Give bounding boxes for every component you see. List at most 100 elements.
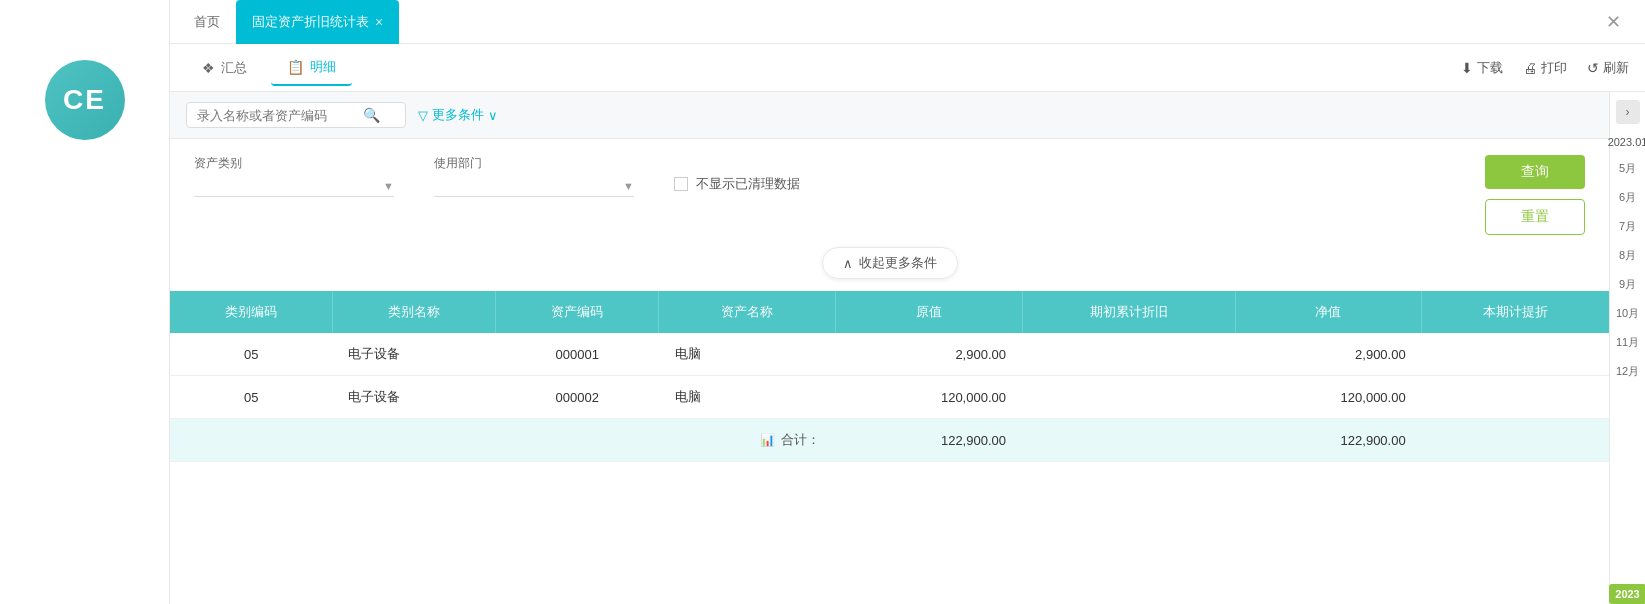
month-6[interactable]: 6月 <box>1613 185 1643 210</box>
nav-home[interactable]: 首页 <box>186 9 228 35</box>
more-filter-button[interactable]: ▽ 更多条件 ∨ <box>418 106 498 124</box>
search-input[interactable] <box>197 108 357 123</box>
refresh-icon: ↺ <box>1587 60 1599 76</box>
col-current-dep: 本期计提折 <box>1422 291 1609 333</box>
cell-asset-name: 电脑 <box>659 333 836 376</box>
col-cat-code: 类别编码 <box>170 291 332 333</box>
asset-type-arrow-icon: ▼ <box>383 180 394 192</box>
table-row: 05 电子设备 000001 电脑 2,900.00 2,900.00 <box>170 333 1609 376</box>
cell-cat-name: 电子设备 <box>332 333 495 376</box>
cell-accum-dep <box>1022 333 1235 376</box>
collapse-bar: ∧ 收起更多条件 <box>170 235 1609 291</box>
asset-type-filter: 资产类别 ▼ <box>194 155 394 197</box>
advanced-filters: 资产类别 ▼ 使用部门 ▼ 不显示已清理数据 <box>170 139 1609 235</box>
tab-detail[interactable]: 📋 明细 <box>271 50 352 86</box>
current-date-label: 2023.01 <box>1608 136 1645 148</box>
year-label[interactable]: 2023 <box>1609 584 1645 604</box>
cell-asset-code: 000002 <box>496 376 659 419</box>
print-button[interactable]: 🖨 打印 <box>1523 59 1567 77</box>
filter-actions: 查询 重置 <box>1485 155 1585 235</box>
month-10[interactable]: 10月 <box>1613 301 1643 326</box>
month-7[interactable]: 7月 <box>1613 214 1643 239</box>
search-input-wrap[interactable]: 🔍 <box>186 102 406 128</box>
chevron-down-icon: ∨ <box>488 108 498 123</box>
table-header-row: 类别编码 类别名称 资产编码 资产名称 原值 期初累计折旧 净值 本期计提折 <box>170 291 1609 333</box>
hide-cleared-group: 不显示已清理数据 <box>674 155 800 193</box>
download-icon: ⬇ <box>1461 60 1473 76</box>
summary-icon: ❖ <box>202 60 215 76</box>
download-button[interactable]: ⬇ 下载 <box>1461 59 1503 77</box>
cell-cat-code: 05 <box>170 333 332 376</box>
cell-cat-code: 05 <box>170 376 332 419</box>
total-accum-dep <box>1022 419 1235 462</box>
total-original-value: 122,900.00 <box>836 419 1022 462</box>
print-label: 打印 <box>1541 59 1567 77</box>
col-accum-dep: 期初累计折旧 <box>1022 291 1235 333</box>
cell-current-dep <box>1422 333 1609 376</box>
tab-summary-label: 汇总 <box>221 59 247 77</box>
close-tab-button[interactable]: × <box>375 14 383 30</box>
cell-original-value: 120,000.00 <box>836 376 1022 419</box>
col-asset-code: 资产编码 <box>496 291 659 333</box>
total-text: 合计： <box>781 431 820 449</box>
search-icon: 🔍 <box>363 107 380 123</box>
table-row: 05 电子设备 000002 电脑 120,000.00 120,000.00 <box>170 376 1609 419</box>
month-12[interactable]: 12月 <box>1613 359 1643 384</box>
asset-type-select[interactable]: ▼ <box>194 176 394 197</box>
logo-icon: CE <box>45 60 125 140</box>
col-cat-name: 类别名称 <box>332 291 495 333</box>
cell-asset-code: 000001 <box>496 333 659 376</box>
download-label: 下载 <box>1477 59 1503 77</box>
query-button[interactable]: 查询 <box>1485 155 1585 189</box>
month-9[interactable]: 9月 <box>1613 272 1643 297</box>
cell-net-value: 120,000.00 <box>1235 376 1421 419</box>
col-net-value: 净值 <box>1235 291 1421 333</box>
hide-cleared-checkbox[interactable] <box>674 177 688 191</box>
col-asset-name: 资产名称 <box>659 291 836 333</box>
detail-icon: 📋 <box>287 59 304 75</box>
month-11[interactable]: 11月 <box>1613 330 1643 355</box>
right-panel: › 2023.01 5月 6月 7月 8月 9月 10月 11月 12月 202… <box>1609 92 1645 604</box>
month-8[interactable]: 8月 <box>1613 243 1643 268</box>
logo-area: CE <box>0 0 170 604</box>
total-current-dep <box>1422 419 1609 462</box>
tab-label: 固定资产折旧统计表 <box>252 13 369 31</box>
search-bar: 🔍 ▽ 更多条件 ∨ <box>170 92 1609 139</box>
data-table-wrap: 类别编码 类别名称 资产编码 资产名称 原值 期初累计折旧 净值 本期计提折 0… <box>170 291 1609 604</box>
dept-label: 使用部门 <box>434 155 634 172</box>
filter-area: 🔍 ▽ 更多条件 ∨ 资产类别 ▼ 使用部门 <box>170 92 1609 604</box>
close-window-button[interactable]: ✕ <box>1598 7 1629 37</box>
total-label: 📊 合计： <box>659 419 836 462</box>
cell-current-dep <box>1422 376 1609 419</box>
collapse-button[interactable]: ∧ 收起更多条件 <box>822 247 958 279</box>
toolbar-actions: ⬇ 下载 🖨 打印 ↺ 刷新 <box>1461 59 1629 77</box>
cell-cat-name: 电子设备 <box>332 376 495 419</box>
month-5[interactable]: 5月 <box>1613 156 1643 181</box>
active-tab[interactable]: 固定资产折旧统计表 × <box>236 0 399 44</box>
dept-select[interactable]: ▼ <box>434 176 634 197</box>
hide-cleared-label: 不显示已清理数据 <box>696 175 800 193</box>
top-nav: 首页 固定资产折旧统计表 × ✕ <box>170 0 1645 44</box>
asset-type-label: 资产类别 <box>194 155 394 172</box>
refresh-button[interactable]: ↺ 刷新 <box>1587 59 1629 77</box>
tab-summary[interactable]: ❖ 汇总 <box>186 51 263 85</box>
cell-asset-name: 电脑 <box>659 376 836 419</box>
dept-filter: 使用部门 ▼ <box>434 155 634 197</box>
main-content: 首页 固定资产折旧统计表 × ✕ ❖ 汇总 📋 明细 ⬇ 下载 🖨 打印 <box>170 0 1645 604</box>
print-icon: 🖨 <box>1523 60 1537 76</box>
total-icon: 📊 <box>760 433 775 447</box>
collapse-label: 收起更多条件 <box>859 254 937 272</box>
total-net-value: 122,900.00 <box>1235 419 1421 462</box>
cell-original-value: 2,900.00 <box>836 333 1022 376</box>
collapse-up-icon: ∧ <box>843 256 853 271</box>
col-original-value: 原值 <box>836 291 1022 333</box>
data-table: 类别编码 类别名称 资产编码 资产名称 原值 期初累计折旧 净值 本期计提折 0… <box>170 291 1609 462</box>
filter-icon: ▽ <box>418 108 428 123</box>
reset-button[interactable]: 重置 <box>1485 199 1585 235</box>
refresh-label: 刷新 <box>1603 59 1629 77</box>
tab-detail-label: 明细 <box>310 58 336 76</box>
panel-arrow-button[interactable]: › <box>1616 100 1640 124</box>
page-content: 🔍 ▽ 更多条件 ∨ 资产类别 ▼ 使用部门 <box>170 92 1645 604</box>
cell-accum-dep <box>1022 376 1235 419</box>
dept-arrow-icon: ▼ <box>623 180 634 192</box>
